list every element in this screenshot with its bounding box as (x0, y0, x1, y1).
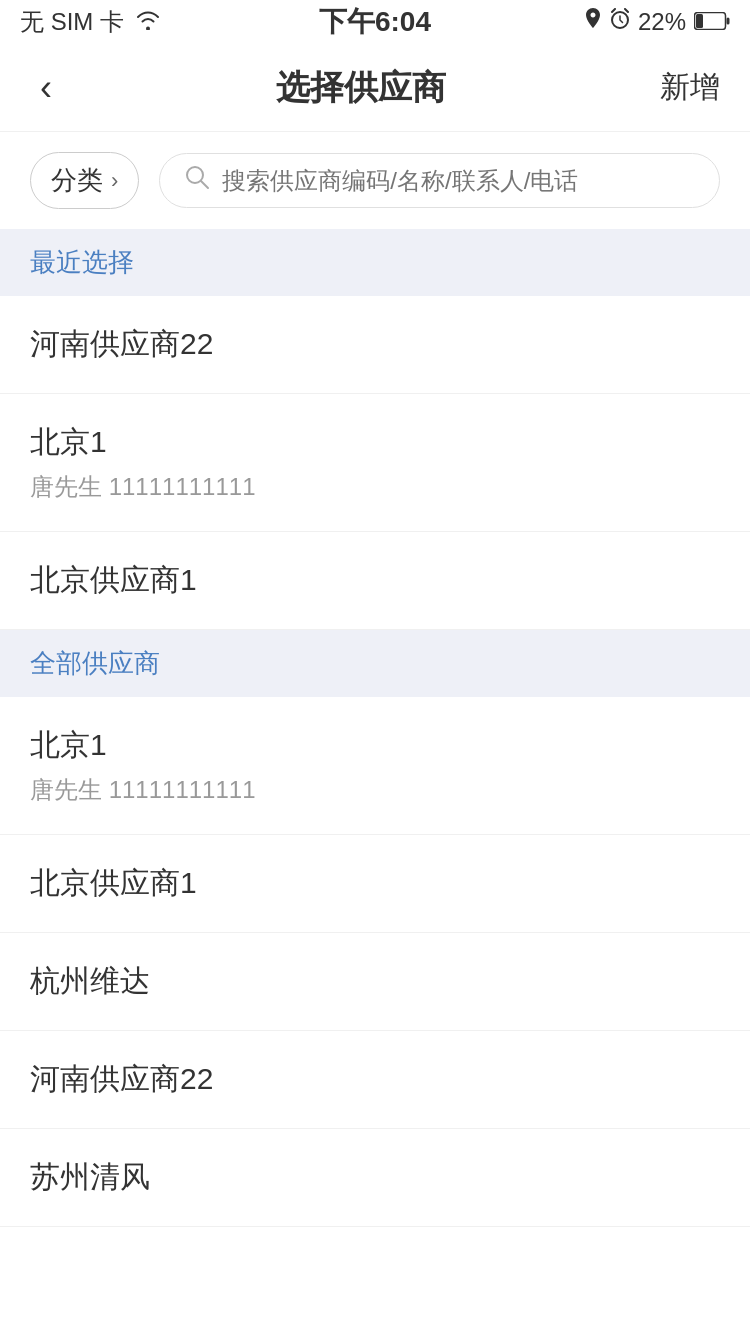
page-title: 选择供应商 (276, 65, 446, 111)
status-time: 下午6:04 (319, 3, 431, 41)
carrier-label: 无 SIM 卡 (20, 6, 124, 38)
filter-row: 分类 › (0, 132, 750, 229)
item-name: 河南供应商22 (30, 324, 720, 365)
category-button[interactable]: 分类 › (30, 152, 139, 209)
battery-icon (694, 8, 730, 36)
list-item[interactable]: 北京1 唐先生 11111111111 (0, 697, 750, 835)
location-icon (584, 8, 602, 36)
search-box (159, 153, 720, 208)
list-item[interactable]: 苏州清风 (0, 1129, 750, 1227)
search-input[interactable] (222, 167, 695, 195)
item-name: 北京供应商1 (30, 560, 720, 601)
item-name: 杭州维达 (30, 961, 720, 1002)
recent-list: 河南供应商22 北京1 唐先生 11111111111 北京供应商1 (0, 296, 750, 630)
add-button[interactable]: 新增 (660, 67, 720, 108)
list-item[interactable]: 北京供应商1 (0, 532, 750, 630)
nav-bar: ‹ 选择供应商 新增 (0, 44, 750, 132)
item-detail: 唐先生 11111111111 (30, 774, 720, 806)
category-label: 分类 (51, 163, 103, 198)
all-section-header: 全部供应商 (0, 630, 750, 697)
status-right: 22% (584, 8, 730, 36)
svg-line-5 (201, 181, 208, 188)
list-item[interactable]: 北京1 唐先生 11111111111 (0, 394, 750, 532)
recent-section-label: 最近选择 (30, 247, 134, 277)
battery-percent: 22% (638, 8, 686, 36)
item-name: 北京1 (30, 725, 720, 766)
svg-rect-3 (696, 14, 703, 28)
list-item[interactable]: 河南供应商22 (0, 296, 750, 394)
all-section-label: 全部供应商 (30, 648, 160, 678)
item-name: 苏州清风 (30, 1157, 720, 1198)
svg-rect-2 (727, 18, 730, 25)
search-icon (184, 164, 210, 197)
list-item[interactable]: 杭州维达 (0, 933, 750, 1031)
list-item[interactable]: 北京供应商1 (0, 835, 750, 933)
item-name: 北京1 (30, 422, 720, 463)
item-name: 河南供应商22 (30, 1059, 720, 1100)
recent-section-header: 最近选择 (0, 229, 750, 296)
item-detail: 唐先生 11111111111 (30, 471, 720, 503)
all-list: 北京1 唐先生 11111111111 北京供应商1 杭州维达 河南供应商22 … (0, 697, 750, 1227)
chevron-right-icon: › (111, 168, 118, 194)
alarm-icon (610, 8, 630, 36)
item-name: 北京供应商1 (30, 863, 720, 904)
list-item[interactable]: 河南供应商22 (0, 1031, 750, 1129)
status-bar: 无 SIM 卡 下午6:04 22% (0, 0, 750, 44)
status-left: 无 SIM 卡 (20, 6, 162, 38)
back-button[interactable]: ‹ (30, 57, 62, 119)
wifi-icon (134, 8, 162, 36)
